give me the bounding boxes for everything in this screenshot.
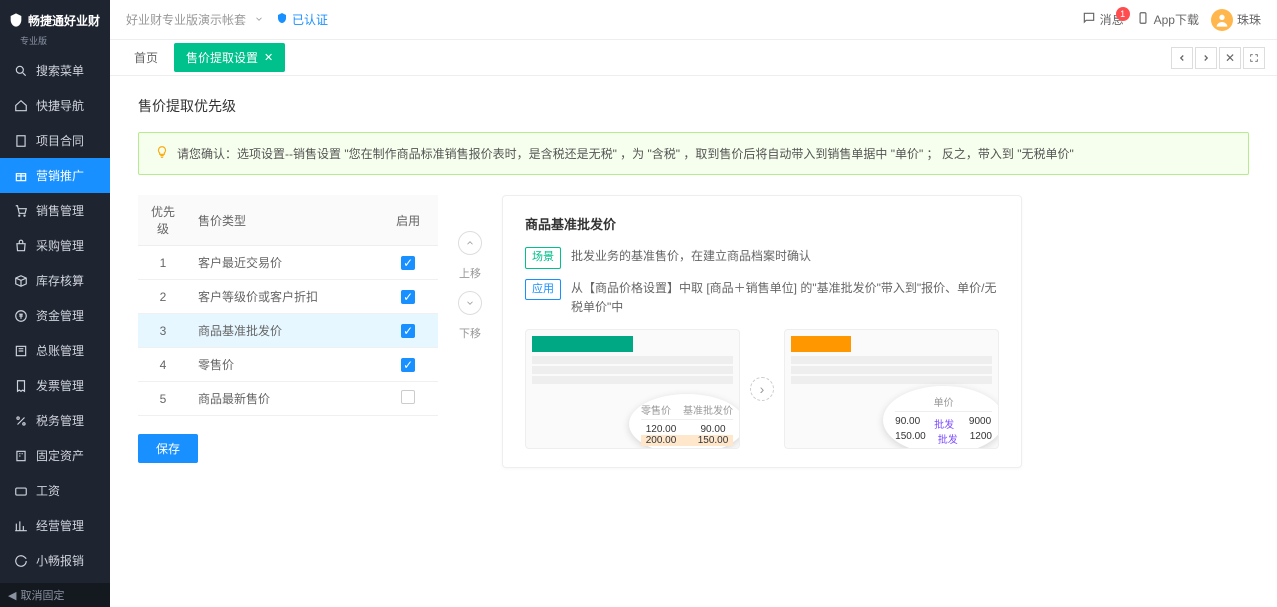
priority-table-wrap: 优先级 售价类型 启用 1 客户最近交易价 ✓ xyxy=(138,195,438,463)
user-menu[interactable]: 珠珠 xyxy=(1211,9,1261,31)
col-type: 售价类型 xyxy=(188,195,378,246)
table-row[interactable]: 4 零售价 ✓ xyxy=(138,348,438,382)
nav-sales[interactable]: 销售管理 xyxy=(0,193,110,228)
topbar: 好业财专业版演示帐套 已认证 消息 1 xyxy=(110,0,1277,40)
tenant-selector[interactable]: 好业财专业版演示帐套 xyxy=(126,11,264,28)
verified-badge: 已认证 xyxy=(276,11,328,28)
document-icon xyxy=(14,134,28,148)
nav-operation[interactable]: 经营管理 xyxy=(0,508,110,543)
move-down-button[interactable] xyxy=(458,291,482,315)
nav-salary[interactable]: 工资 xyxy=(0,473,110,508)
receipt-icon xyxy=(14,379,28,393)
zoom-left: 零售价基准批发价 120.0090.00 200.00150.00 xyxy=(629,394,740,449)
message-badge: 1 xyxy=(1116,7,1130,21)
tab-home[interactable]: 首页 xyxy=(122,43,170,72)
brand-icon xyxy=(8,12,24,28)
gift-icon xyxy=(14,169,28,183)
zoom-right: 单价 90.00批发9000 150.00批发1200 xyxy=(883,386,999,449)
col-priority: 优先级 xyxy=(138,195,188,246)
sidebar-nav: 搜索菜单 快捷导航 项目合同 营销推广 销售管理 采购管理 库存核算 资金管理 … xyxy=(0,53,110,583)
table-row[interactable]: 3 商品基准批发价 ✓ xyxy=(138,314,438,348)
mobile-icon xyxy=(1136,11,1150,28)
brand-edition: 专业版 xyxy=(20,34,110,53)
move-controls: 上移 下移 xyxy=(458,195,482,341)
nav-inventory[interactable]: 库存核算 xyxy=(0,263,110,298)
detail-title: 商品基准批发价 xyxy=(525,214,999,233)
apply-text: 从【商品价格设置】中取 [商品＋销售单位] 的"基准批发价"带入到"报价、单价/… xyxy=(571,279,999,317)
percent-icon xyxy=(14,414,28,428)
info-banner: 请您确认：选项设置--销售设置 "您在制作商品标准销售报价表时，是含税还是无税"… xyxy=(138,132,1249,175)
illustration-right: 单价 90.00批发9000 150.00批发1200 xyxy=(784,329,999,449)
nav-invoice[interactable]: 发票管理 xyxy=(0,368,110,403)
home-icon xyxy=(14,99,28,113)
illustration-left: 零售价基准批发价 120.0090.00 200.00150.00 xyxy=(525,329,740,449)
tab-price-setting[interactable]: 售价提取设置 ✕ xyxy=(174,43,285,72)
box-icon xyxy=(14,274,28,288)
nav-ledger[interactable]: 总账管理 xyxy=(0,333,110,368)
scene-tag: 场景 xyxy=(525,247,561,269)
main: 好业财专业版演示帐套 已认证 消息 1 xyxy=(110,0,1277,607)
nav-purchase[interactable]: 采购管理 xyxy=(0,228,110,263)
table-row[interactable]: 1 客户最近交易价 ✓ xyxy=(138,246,438,280)
refresh-icon xyxy=(14,554,28,568)
enable-checkbox[interactable]: ✓ xyxy=(401,256,415,270)
nav-project[interactable]: 项目合同 xyxy=(0,123,110,158)
save-button[interactable]: 保存 xyxy=(138,434,198,463)
pin-icon: ◀ xyxy=(8,589,16,602)
nav-funds[interactable]: 资金管理 xyxy=(0,298,110,333)
enable-checkbox[interactable]: ✓ xyxy=(401,290,415,304)
nav-quick[interactable]: 快捷导航 xyxy=(0,88,110,123)
avatar xyxy=(1211,9,1233,31)
priority-table: 优先级 售价类型 启用 1 客户最近交易价 ✓ xyxy=(138,195,438,416)
fullscreen-button[interactable] xyxy=(1243,47,1265,69)
app-download-button[interactable]: App下载 xyxy=(1136,11,1199,28)
message-button[interactable]: 消息 1 xyxy=(1082,11,1124,28)
content: 售价提取优先级 请您确认：选项设置--销售设置 "您在制作商品标准销售报价表时，… xyxy=(110,76,1277,607)
nav-expense[interactable]: 小畅报销 xyxy=(0,543,110,578)
shield-icon xyxy=(276,12,288,27)
tab-prev-button[interactable] xyxy=(1171,47,1193,69)
scene-text: 批发业务的基准售价，在建立商品档案时确认 xyxy=(571,247,811,266)
coin-icon xyxy=(14,309,28,323)
sidebar: 畅捷通好业财 专业版 搜索菜单 快捷导航 项目合同 营销推广 销售管理 采购管理… xyxy=(0,0,110,607)
wallet-icon xyxy=(14,484,28,498)
enable-checkbox[interactable]: ✓ xyxy=(401,358,415,372)
nav-search-menu[interactable]: 搜索菜单 xyxy=(0,53,110,88)
page-title: 售价提取优先级 xyxy=(138,96,1249,116)
col-enable: 启用 xyxy=(378,195,438,246)
building-icon xyxy=(14,449,28,463)
message-icon xyxy=(1082,11,1096,28)
nav-marketing[interactable]: 营销推广 xyxy=(0,158,110,193)
apply-tag: 应用 xyxy=(525,279,561,301)
unpin-button[interactable]: ◀ 取消固定 xyxy=(0,583,110,607)
book-icon xyxy=(14,344,28,358)
search-icon xyxy=(14,64,28,78)
table-row[interactable]: 5 商品最新售价 xyxy=(138,382,438,416)
tab-close-all-button[interactable]: ✕ xyxy=(1219,47,1241,69)
brand-name: 畅捷通好业财 xyxy=(28,12,100,29)
table-row[interactable]: 2 客户等级价或客户折扣 ✓ xyxy=(138,280,438,314)
tabbar: 首页 售价提取设置 ✕ ✕ xyxy=(110,40,1277,76)
arrow-icon: › xyxy=(750,377,774,401)
chart-icon xyxy=(14,519,28,533)
bag-icon xyxy=(14,239,28,253)
chevron-down-icon xyxy=(254,13,264,27)
enable-checkbox[interactable]: ✓ xyxy=(401,324,415,338)
enable-checkbox[interactable] xyxy=(401,390,415,404)
nav-tax[interactable]: 税务管理 xyxy=(0,403,110,438)
tab-next-button[interactable] xyxy=(1195,47,1217,69)
cart-icon xyxy=(14,204,28,218)
close-icon[interactable]: ✕ xyxy=(264,51,273,64)
nav-assets[interactable]: 固定资产 xyxy=(0,438,110,473)
detail-panel: 商品基准批发价 场景 批发业务的基准售价，在建立商品档案时确认 应用 从【商品价… xyxy=(502,195,1022,468)
move-up-button[interactable] xyxy=(458,231,482,255)
bulb-icon xyxy=(155,145,169,162)
illustration: 零售价基准批发价 120.0090.00 200.00150.00 › 单价 xyxy=(525,329,999,449)
